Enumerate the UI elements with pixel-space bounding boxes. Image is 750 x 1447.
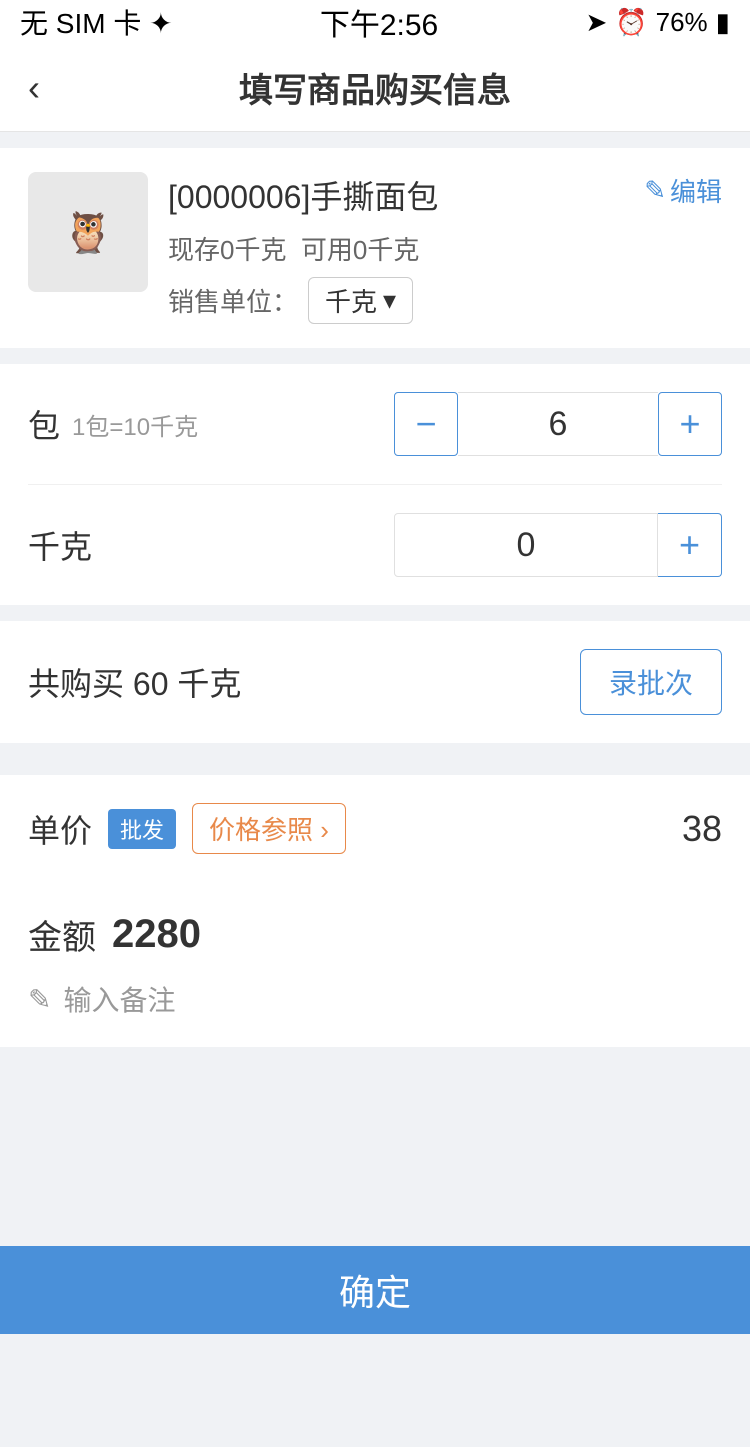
price-type-badge: 批发 bbox=[108, 809, 176, 849]
sim-indicator: 无 SIM 卡 ✦ bbox=[20, 2, 173, 42]
kilogram-label: 千克 bbox=[28, 522, 92, 568]
package-quantity-input[interactable] bbox=[458, 392, 658, 456]
nav-bar: ‹ 填写商品购买信息 bbox=[0, 44, 750, 132]
product-image: 🦉 bbox=[28, 172, 148, 292]
alarm-icon: ⏰ bbox=[615, 7, 647, 38]
amount-value: 2280 bbox=[112, 912, 201, 957]
status-bar: 无 SIM 卡 ✦ 下午2:56 ➤ ⏰ 76% ▮ bbox=[0, 0, 750, 44]
package-row: 包 1包=10千克 − + bbox=[28, 364, 722, 485]
unit-select[interactable]: 千克 ▾ bbox=[308, 277, 413, 324]
kilogram-plus-button[interactable]: + bbox=[658, 513, 722, 577]
product-card: 🦉 [0000006]手撕面包 ✎ 编辑 现存0千克 可用0千克 销售单位： 千… bbox=[0, 148, 750, 348]
amount-section: 金额 2280 ✎ 输入备注 bbox=[0, 882, 750, 1047]
note-row[interactable]: ✎ 输入备注 bbox=[28, 979, 722, 1019]
status-bar-right: ➤ ⏰ 76% ▮ bbox=[585, 7, 730, 38]
price-value: 38 bbox=[682, 808, 722, 850]
kilogram-row: 千克 + bbox=[28, 485, 722, 605]
back-button[interactable]: ‹ bbox=[28, 67, 40, 109]
package-controls: − + bbox=[394, 392, 722, 456]
summary-section: 共购买 60 千克 录批次 bbox=[0, 621, 750, 743]
battery-level: 76% bbox=[656, 7, 708, 38]
input-section: 包 1包=10千克 − + 千克 + bbox=[0, 364, 750, 605]
summary-text: 共购买 60 千克 bbox=[28, 659, 241, 705]
section-separator-3 bbox=[0, 743, 750, 759]
section-separator-1 bbox=[0, 348, 750, 364]
price-label: 单价 bbox=[28, 806, 92, 852]
location-icon: ➤ bbox=[585, 7, 607, 38]
status-bar-left: 无 SIM 卡 ✦ bbox=[20, 2, 173, 42]
battery-icon: ▮ bbox=[716, 7, 730, 38]
product-info: [0000006]手撕面包 ✎ 编辑 现存0千克 可用0千克 销售单位： 千克 … bbox=[168, 172, 722, 324]
edit-icon: ✎ bbox=[644, 175, 666, 206]
page-title: 填写商品购买信息 bbox=[239, 63, 511, 112]
package-minus-button[interactable]: − bbox=[394, 392, 458, 456]
package-label: 包 1包=10千克 bbox=[28, 401, 198, 447]
edit-label: 编辑 bbox=[670, 172, 722, 209]
product-logo: 🦉 bbox=[63, 209, 113, 256]
package-hint: 1包=10千克 bbox=[72, 407, 198, 442]
package-plus-button[interactable]: + bbox=[658, 392, 722, 456]
product-name: [0000006]手撕面包 bbox=[168, 172, 438, 218]
section-separator-2 bbox=[0, 605, 750, 621]
bottom-bar: 确定 bbox=[0, 1246, 750, 1334]
batch-button[interactable]: 录批次 bbox=[580, 649, 722, 715]
price-section: 单价 批发 价格参照 › 38 bbox=[0, 775, 750, 882]
product-unit: 销售单位： 千克 ▾ bbox=[168, 277, 722, 324]
amount-label: 金额 bbox=[28, 910, 96, 959]
note-placeholder: 输入备注 bbox=[63, 979, 175, 1019]
amount-row: 金额 2280 bbox=[28, 910, 722, 959]
price-reference-button[interactable]: 价格参照 › bbox=[192, 803, 346, 854]
product-stock: 现存0千克 可用0千克 bbox=[168, 230, 722, 267]
kilogram-quantity-input[interactable] bbox=[394, 513, 658, 577]
status-bar-time: 下午2:56 bbox=[320, 0, 438, 44]
note-icon: ✎ bbox=[28, 983, 51, 1016]
confirm-button[interactable]: 确定 bbox=[0, 1246, 750, 1334]
edit-button[interactable]: ✎ 编辑 bbox=[644, 172, 722, 209]
kilogram-controls: + bbox=[394, 513, 722, 577]
chevron-down-icon: ▾ bbox=[383, 285, 396, 316]
